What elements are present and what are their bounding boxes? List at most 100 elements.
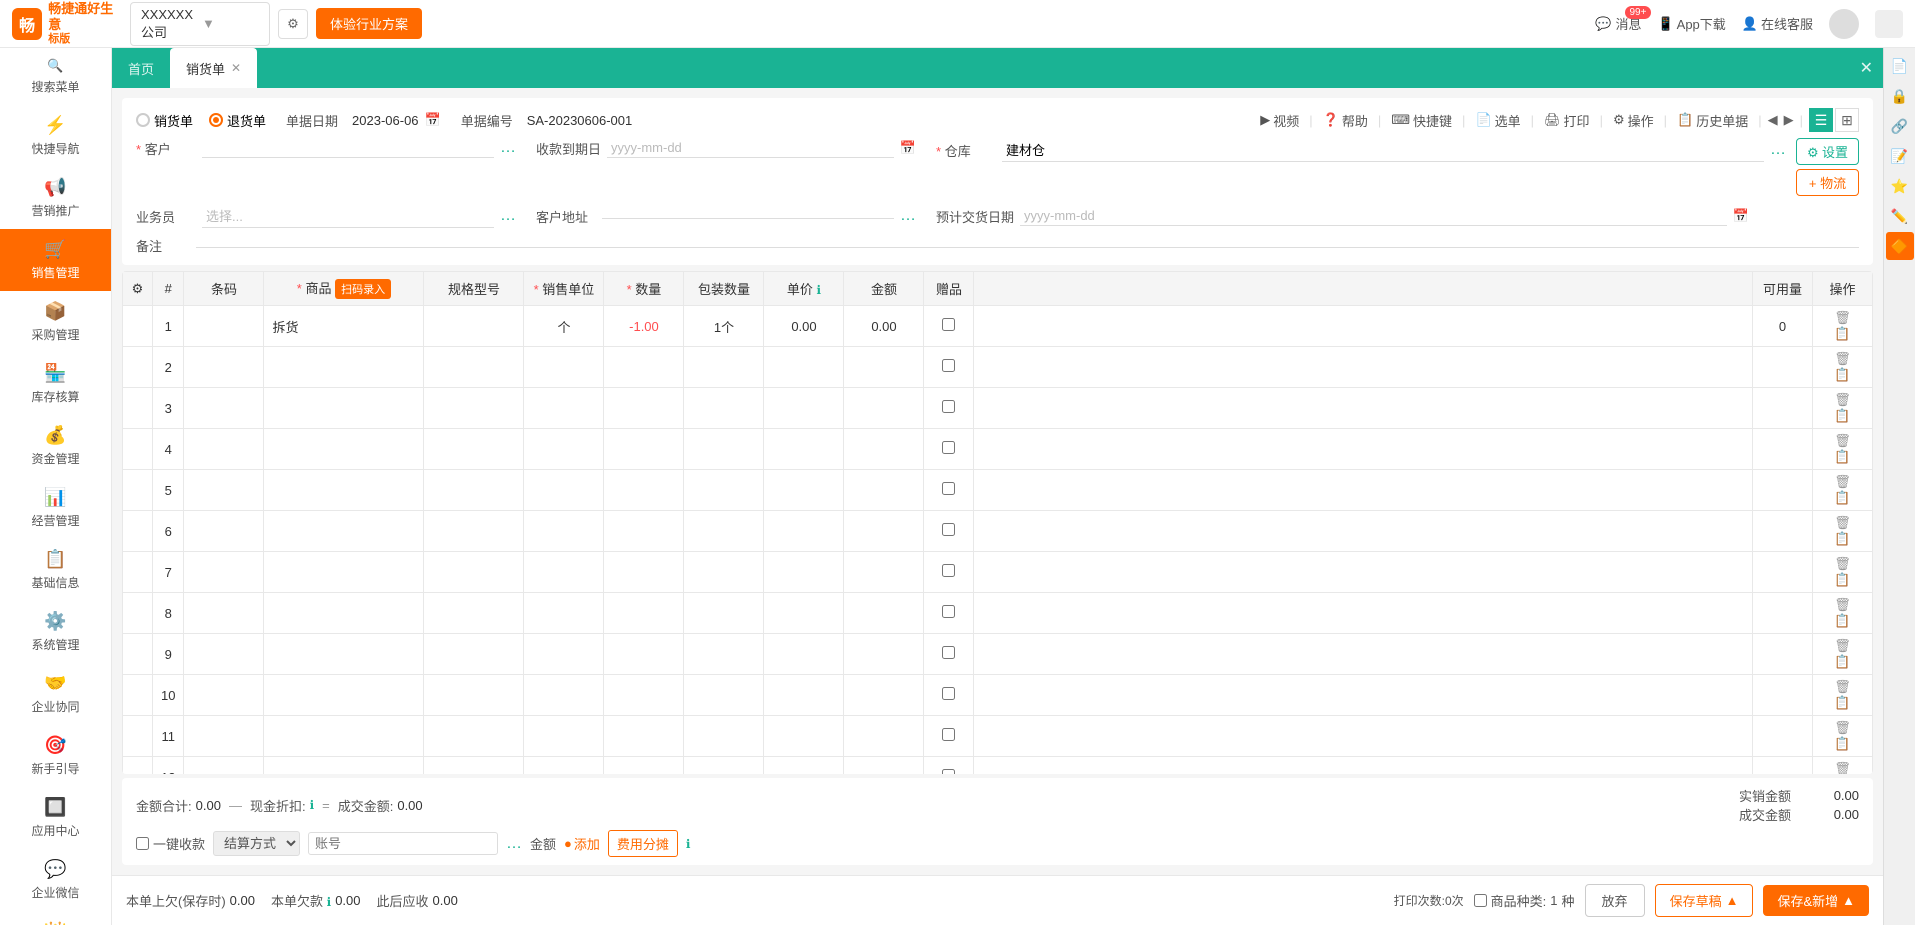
row2-delete-icon[interactable]: 🗑	[1834, 351, 1851, 366]
method-select[interactable]: 结算方式	[213, 831, 300, 856]
sidebar-item-appstore[interactable]: 🔲 应用中心	[0, 787, 111, 849]
sidebar-item-member[interactable]: 👑 畅会员	[0, 911, 111, 925]
row1-delete-icon[interactable]: 🗑	[1834, 310, 1851, 325]
app-download-button[interactable]: 📱 App下载	[1657, 14, 1725, 33]
payment-date-input[interactable]: yyyy-mm-dd	[607, 138, 894, 158]
row12-gift-checkbox[interactable]	[942, 769, 955, 774]
payment-cal-icon[interactable]: 📅	[900, 140, 916, 156]
fee-info-icon[interactable]: ℹ	[686, 837, 691, 851]
warehouse-more-icon[interactable]: …	[1770, 141, 1786, 159]
row2-copy-icon[interactable]: 📋	[1834, 367, 1850, 382]
address-input[interactable]	[602, 214, 894, 219]
account-input[interactable]	[308, 832, 498, 855]
row5-gift-checkbox[interactable]	[942, 482, 955, 495]
experience-button[interactable]: 体验行业方案	[316, 8, 422, 39]
payment-checkbox-label[interactable]: 一键收款	[136, 834, 205, 853]
delivery-cal-icon[interactable]: 📅	[1733, 208, 1749, 224]
print-btn[interactable]: 🖨 打印	[1540, 109, 1594, 132]
next-icon[interactable]: ▶	[1784, 112, 1794, 128]
message-button[interactable]: 💬 消息 99+	[1595, 14, 1641, 33]
online-service-button[interactable]: 👤 在线客服	[1742, 14, 1813, 33]
row7-copy-icon[interactable]: 📋	[1834, 572, 1850, 587]
row11-copy-icon[interactable]: 📋	[1834, 736, 1850, 751]
save-new-button[interactable]: 保存&新增 ▲	[1763, 885, 1869, 916]
total-owe-info-icon[interactable]: ℹ	[327, 895, 332, 909]
type-return-order[interactable]: 退货单	[209, 111, 266, 130]
row10-copy-icon[interactable]: 📋	[1834, 695, 1850, 710]
abandon-button[interactable]: 放弃	[1585, 884, 1645, 917]
company-selector[interactable]: XXXXXX公司 ▼	[130, 2, 270, 46]
prev-icon[interactable]: ◀	[1768, 112, 1778, 128]
row2-gift-checkbox[interactable]	[942, 359, 955, 372]
row8-delete-icon[interactable]: 🗑	[1834, 597, 1851, 612]
customer-input[interactable]	[202, 138, 494, 158]
row1-gift-checkbox[interactable]	[942, 318, 955, 331]
type-sales-order[interactable]: 销货单	[136, 111, 193, 130]
sidebar-item-wechat[interactable]: 💬 企业微信	[0, 849, 111, 911]
row7-gift-checkbox[interactable]	[942, 564, 955, 577]
row4-gift-checkbox[interactable]	[942, 441, 955, 454]
video-btn[interactable]: ▶ 视频	[1256, 109, 1303, 132]
product-kind-checkbox[interactable]	[1474, 894, 1487, 907]
settings-button[interactable]: ⚙ 设置	[1796, 138, 1859, 165]
fee-button[interactable]: 费用分摊	[608, 830, 678, 857]
row1-pkg[interactable]: 1个	[684, 306, 764, 347]
right-tool-star[interactable]: ⭐	[1886, 172, 1914, 200]
salesman-input[interactable]: 选择...	[202, 204, 494, 228]
sidebar-item-purchase[interactable]: 📦 采购管理	[0, 291, 111, 353]
tab-close-all-icon[interactable]: ✕	[1860, 58, 1873, 78]
sidebar-item-guide[interactable]: 🎯 新手引导	[0, 725, 111, 787]
row6-delete-icon[interactable]: 🗑	[1834, 515, 1851, 530]
calendar-icon[interactable]: 📅	[425, 112, 441, 128]
row8-gift-checkbox[interactable]	[942, 605, 955, 618]
row1-product[interactable]: 拆货	[264, 306, 424, 347]
row4-delete-icon[interactable]: 🗑	[1834, 433, 1851, 448]
row1-qty[interactable]: -1.00	[604, 306, 684, 347]
row1-price[interactable]: 0.00	[764, 306, 844, 347]
row10-gift-checkbox[interactable]	[942, 687, 955, 700]
right-tool-orange[interactable]: 🔶	[1886, 232, 1914, 260]
user-menu[interactable]	[1875, 10, 1903, 38]
price-info-icon[interactable]: ℹ	[817, 283, 822, 297]
customer-more-icon[interactable]: …	[500, 139, 516, 157]
payment-checkbox[interactable]	[136, 837, 149, 850]
sidebar-item-system[interactable]: ⚙️ 系统管理	[0, 601, 111, 663]
row1-gift[interactable]	[924, 306, 974, 347]
discount-info-icon[interactable]: ℹ	[310, 798, 315, 812]
row1-barcode[interactable]	[184, 306, 264, 347]
save-draft-button[interactable]: 保存草稿 ▲	[1655, 884, 1754, 917]
row5-delete-icon[interactable]: 🗑	[1834, 474, 1851, 489]
sidebar-item-inventory[interactable]: 🏪 库存核算	[0, 353, 111, 415]
row6-copy-icon[interactable]: 📋	[1834, 531, 1850, 546]
row9-delete-icon[interactable]: 🗑	[1834, 638, 1851, 653]
logistics-button[interactable]: + 物流	[1796, 169, 1859, 196]
product-kind[interactable]: 商品种类: 1 种	[1474, 891, 1575, 910]
row1-amount[interactable]: 0.00	[844, 306, 924, 347]
row3-delete-icon[interactable]: 🗑	[1834, 392, 1851, 407]
template-btn[interactable]: 📄 选单	[1471, 109, 1524, 132]
sidebar-item-collab[interactable]: 🤝 企业协同	[0, 663, 111, 725]
row7-delete-icon[interactable]: 🗑	[1834, 556, 1851, 571]
row9-copy-icon[interactable]: 📋	[1834, 654, 1850, 669]
salesman-more-icon[interactable]: …	[500, 207, 516, 225]
tab-close-icon[interactable]: ✕	[231, 61, 241, 75]
right-tool-edit[interactable]: ✏️	[1886, 202, 1914, 230]
sidebar-search[interactable]: 🔍 搜索菜单	[0, 48, 111, 105]
note-input[interactable]	[196, 243, 1859, 248]
user-avatar[interactable]	[1829, 9, 1859, 39]
sidebar-item-quick-nav[interactable]: ⚡ 快捷导航	[0, 105, 111, 167]
row9-gift-checkbox[interactable]	[942, 646, 955, 659]
row4-copy-icon[interactable]: 📋	[1834, 449, 1850, 464]
list-view-btn[interactable]: ☰	[1809, 108, 1833, 132]
right-tool-doc[interactable]: 📄	[1886, 52, 1914, 80]
row3-gift-checkbox[interactable]	[942, 400, 955, 413]
row6-gift-checkbox[interactable]	[942, 523, 955, 536]
row12-delete-icon[interactable]: 🗑	[1834, 761, 1851, 774]
grid-view-btn[interactable]: ⊞	[1835, 108, 1859, 132]
row8-copy-icon[interactable]: 📋	[1834, 613, 1850, 628]
shortcut-btn[interactable]: ⌨ 快捷键	[1387, 109, 1456, 132]
row1-spec[interactable]	[424, 306, 524, 347]
help-btn[interactable]: ❓ 帮助	[1319, 109, 1372, 132]
row10-delete-icon[interactable]: 🗑	[1834, 679, 1851, 694]
sidebar-item-sales[interactable]: 🛒 销售管理	[0, 229, 111, 291]
